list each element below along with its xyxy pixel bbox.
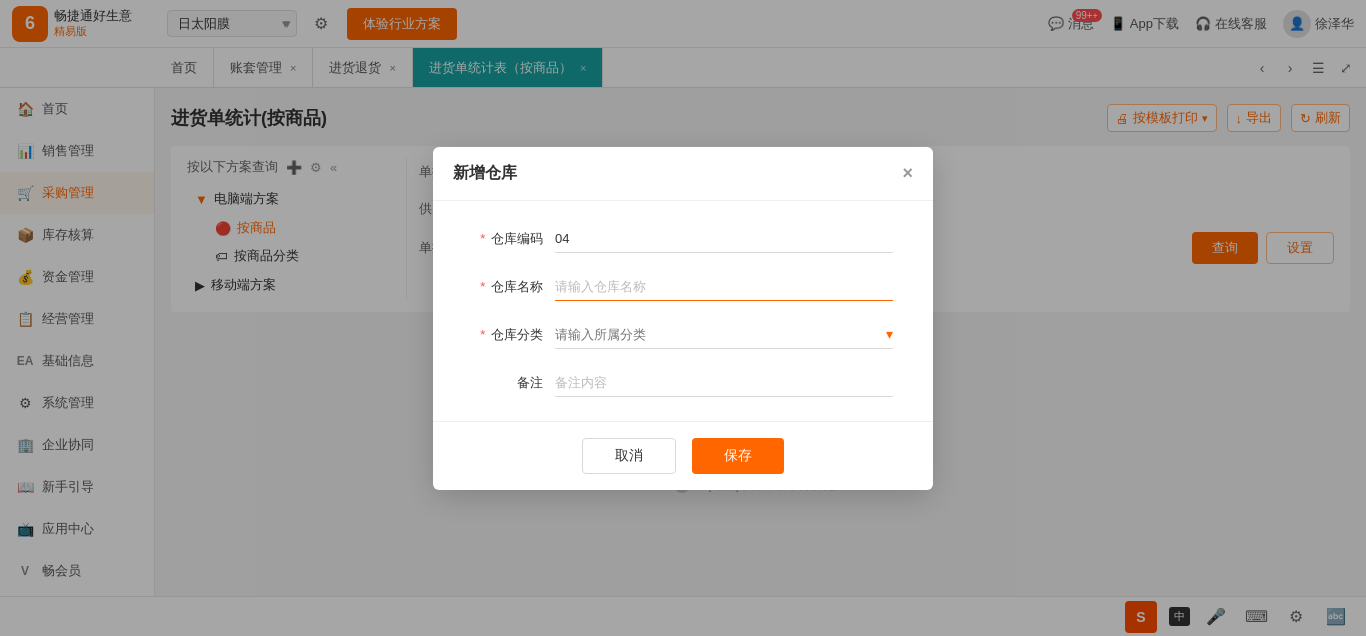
form-row-remark: 备注 xyxy=(473,369,893,397)
warehouse-category-select-wrap: ▾ xyxy=(555,321,893,349)
modal-title: 新增仓库 xyxy=(453,163,517,184)
modal-header: 新增仓库 × xyxy=(433,147,933,201)
modal-close-btn[interactable]: × xyxy=(902,164,913,182)
form-row-warehouse-name: * 仓库名称 xyxy=(473,273,893,301)
required-star-name: * xyxy=(480,279,485,294)
warehouse-name-input[interactable] xyxy=(555,273,893,301)
warehouse-name-label: * 仓库名称 xyxy=(473,278,543,296)
modal-overlay: 新增仓库 × * 仓库编码 * 仓库名称 xyxy=(0,0,1366,636)
warehouse-category-input[interactable] xyxy=(555,321,886,348)
required-star-code: * xyxy=(480,231,485,246)
category-dropdown-icon[interactable]: ▾ xyxy=(886,326,893,342)
cancel-btn[interactable]: 取消 xyxy=(582,438,676,474)
warehouse-category-label: * 仓库分类 xyxy=(473,326,543,344)
save-btn[interactable]: 保存 xyxy=(692,438,784,474)
warehouse-code-input[interactable] xyxy=(555,225,893,253)
remark-input[interactable] xyxy=(555,369,893,397)
modal-warehouse: 新增仓库 × * 仓库编码 * 仓库名称 xyxy=(433,147,933,490)
modal-body: * 仓库编码 * 仓库名称 * 仓库分类 xyxy=(433,201,933,421)
form-row-warehouse-code: * 仓库编码 xyxy=(473,225,893,253)
warehouse-code-label: * 仓库编码 xyxy=(473,230,543,248)
modal-footer: 取消 保存 xyxy=(433,421,933,490)
required-star-cat: * xyxy=(480,327,485,342)
remark-label: 备注 xyxy=(473,374,543,392)
form-row-warehouse-category: * 仓库分类 ▾ xyxy=(473,321,893,349)
